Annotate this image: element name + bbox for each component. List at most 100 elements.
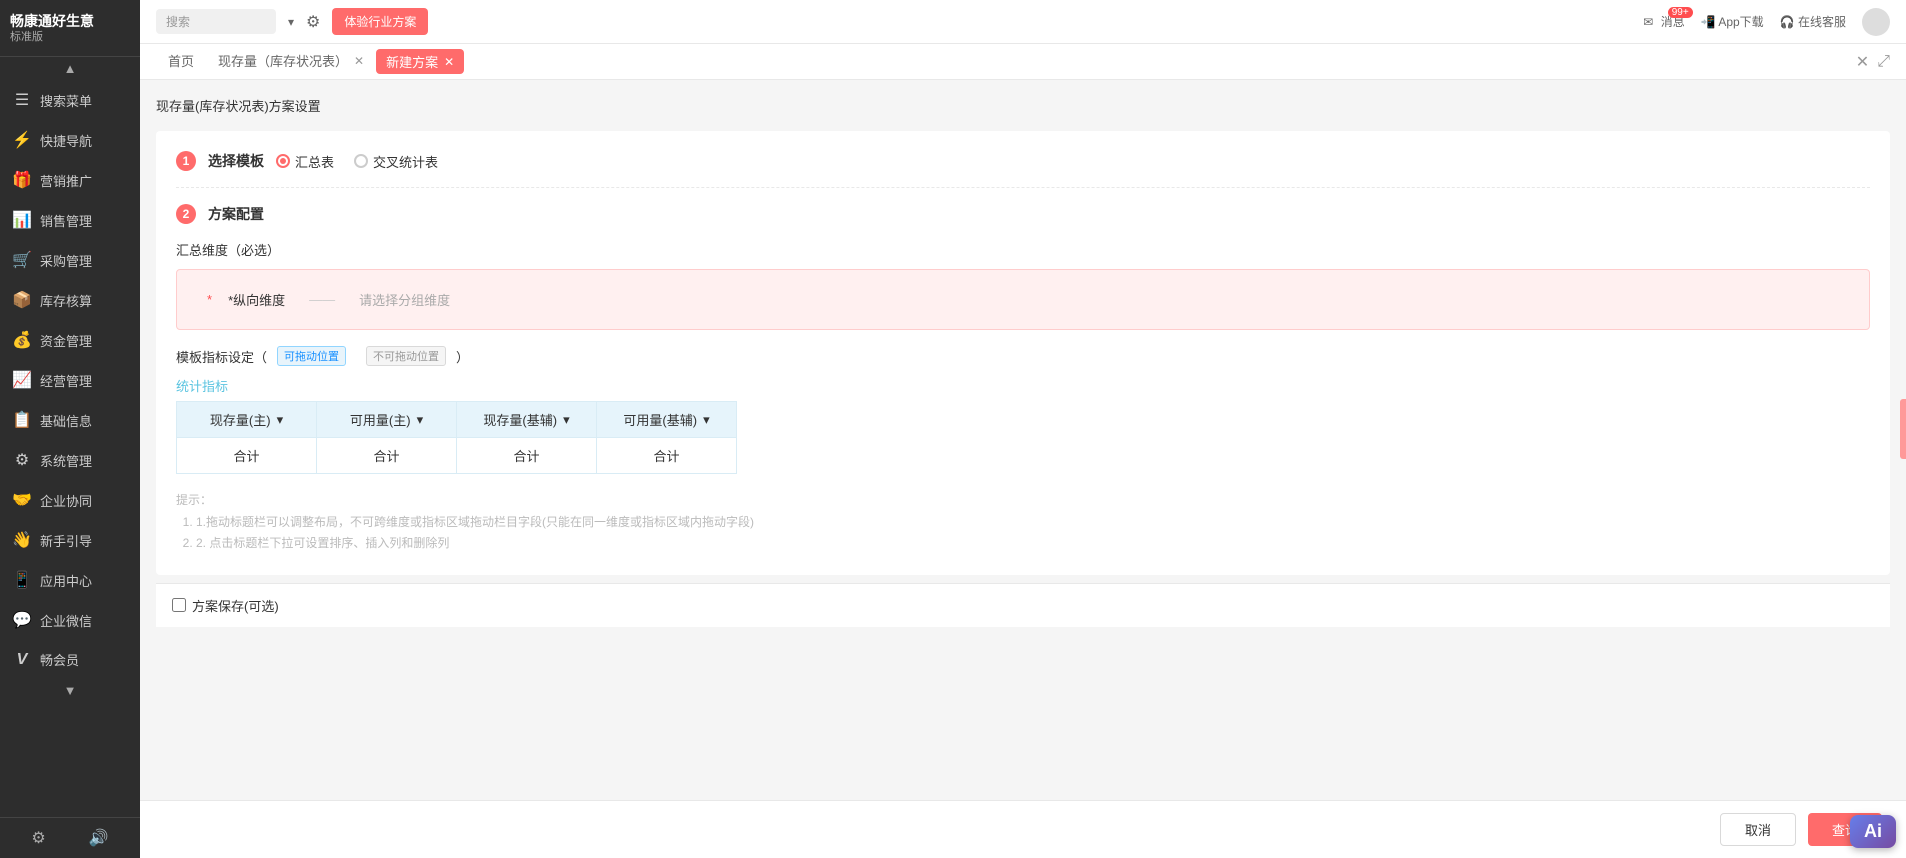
dimension-label: 汇总维度（必选）	[176, 240, 1870, 259]
sidebar-item-quick-nav[interactable]: ⚡ 快捷导航	[0, 120, 140, 160]
expand-tab-icon[interactable]: ⤢	[1877, 53, 1890, 71]
tab-inventory-close[interactable]: ✕	[354, 54, 364, 68]
marketing-icon: 🎁	[12, 170, 32, 190]
sidebar-item-inventory[interactable]: 📦 库存核算	[0, 280, 140, 320]
main-area: 搜索 ▾ ⚙ 体验行业方案 ✉ 99+ 消息 📲 App下载 🎧 在线客服 首页	[140, 0, 1906, 858]
tab-bar: 首页 现存量（库存状况表） ✕ 新建方案 ✕ ✕ ⤢	[140, 44, 1906, 80]
app-download[interactable]: 📲 App下载	[1701, 13, 1764, 30]
sidebar-item-basic-info[interactable]: 📋 基础信息	[0, 400, 140, 440]
sidebar-item-guide[interactable]: 👋 新手引导	[0, 520, 140, 560]
sidebar-item-system[interactable]: ⚙ 系统管理	[0, 440, 140, 480]
section1-num: 1	[176, 151, 196, 171]
guide-icon: 👋	[12, 530, 32, 550]
gear-icon[interactable]: ⚙	[306, 12, 320, 32]
sidebar-item-purchase[interactable]: 🛒 采购管理	[0, 240, 140, 280]
message-badge: 99+	[1668, 7, 1693, 18]
content-area: 现存量(库存状况表)方案设置 1 选择模板 汇总表 交叉统计表	[140, 80, 1906, 800]
volume-icon[interactable]: 🔊	[89, 828, 109, 848]
sidebar-item-membership[interactable]: V 畅会员	[0, 640, 140, 679]
sidebar-item-marketing[interactable]: 🎁 营销推广	[0, 160, 140, 200]
sidebar-item-app-center[interactable]: 📱 应用中心	[0, 560, 140, 600]
settings-icon[interactable]: ⚙	[31, 828, 45, 848]
section2-header: 2 方案配置	[176, 204, 1870, 224]
col-header-2[interactable]: 现存量(基辅) ▾	[457, 402, 597, 438]
trial-industry-button[interactable]: 体验行业方案	[332, 8, 428, 35]
purchase-icon: 🛒	[12, 250, 32, 270]
tips-title: 提示：	[176, 493, 212, 507]
app-logo: 畅康通好生意 标准版	[0, 0, 140, 57]
indicator-label-end: ）	[456, 347, 469, 366]
sidebar-item-finance[interactable]: 💰 资金管理	[0, 320, 140, 360]
operations-icon: 📈	[12, 370, 32, 390]
tab-new-scheme-close[interactable]: ✕	[444, 55, 454, 69]
tab-inventory-status[interactable]: 现存量（库存状况表） ✕	[206, 44, 376, 80]
download-icon: 📲	[1701, 15, 1716, 29]
save-checkbox[interactable]	[172, 598, 186, 612]
sidebar: 畅康通好生意 标准版 ▲ ☰ 搜索菜单 ⚡ 快捷导航 🎁 营销推广 📊 销售管理…	[0, 0, 140, 858]
tip-item-0: 1.拖动标题栏可以调整布局，不可跨维度或指标区域拖动栏目字段(只能在同一维度或指…	[196, 512, 1870, 534]
close-tab-icon[interactable]: ✕	[1856, 52, 1869, 72]
app-version: 标准版	[10, 30, 130, 44]
radio-summary-label: 汇总表	[295, 152, 334, 171]
sidebar-scroll-up[interactable]: ▲	[0, 57, 140, 80]
radio-summary[interactable]: 汇总表	[276, 152, 334, 171]
required-mark: *	[207, 292, 212, 307]
main-card: 1 选择模板 汇总表 交叉统计表 2 方案配置	[156, 131, 1890, 575]
stats-title: 统计指标	[176, 376, 1870, 395]
service-icon: 🎧	[1780, 15, 1795, 29]
sidebar-item-enterprise-wechat[interactable]: 💬 企业微信	[0, 600, 140, 640]
section-divider-1	[176, 187, 1870, 188]
col-0-dropdown[interactable]: ▾	[277, 412, 284, 428]
sidebar-item-operations[interactable]: 📈 经营管理	[0, 360, 140, 400]
tip-item-1: 2. 点击标题栏下拉可设置排序、插入列和删除列	[196, 533, 1870, 555]
tab-home[interactable]: 首页	[156, 44, 206, 80]
topbar: 搜索 ▾ ⚙ 体验行业方案 ✉ 99+ 消息 📲 App下载 🎧 在线客服	[140, 0, 1906, 44]
draggable-badge: 可拖动位置	[277, 346, 346, 366]
dimension-area[interactable]: * *纵向维度 —— 请选择分组维度	[176, 269, 1870, 330]
col-1-dropdown[interactable]: ▾	[417, 412, 424, 428]
sidebar-scroll-down[interactable]: ▼	[0, 679, 140, 702]
tab-new-scheme-label: 新建方案	[386, 52, 438, 71]
tab-inventory-label: 现存量（库存状况表）	[218, 51, 348, 70]
cell-0: 合计	[177, 438, 317, 474]
col-header-3[interactable]: 可用量(基辅) ▾	[597, 402, 737, 438]
sidebar-item-sales[interactable]: 📊 销售管理	[0, 200, 140, 240]
scroll-indicator	[1900, 399, 1906, 459]
cancel-button[interactable]: 取消	[1720, 813, 1796, 846]
service-label: 在线客服	[1798, 15, 1846, 29]
finance-icon: 💰	[12, 330, 32, 350]
sidebar-bottom: ⚙ 🔊	[0, 817, 140, 858]
sidebar-item-search[interactable]: ☰ 搜索菜单	[0, 80, 140, 120]
app-center-icon: 📱	[12, 570, 32, 590]
dimension-placeholder: 请选择分组维度	[359, 290, 450, 309]
tab-new-scheme[interactable]: 新建方案 ✕	[376, 49, 464, 74]
tab-home-label: 首页	[168, 51, 194, 70]
radio-cross-label: 交叉统计表	[373, 152, 438, 171]
col-header-0[interactable]: 现存量(主) ▾	[177, 402, 317, 438]
page-title: 现存量(库存状况表)方案设置	[156, 96, 1890, 115]
col-2-dropdown[interactable]: ▾	[563, 412, 570, 428]
membership-icon: V	[12, 651, 32, 669]
dropdown-icon[interactable]: ▾	[288, 15, 294, 29]
radio-summary-dot	[276, 154, 290, 168]
footer: 取消 查询	[140, 800, 1906, 858]
sales-icon: 📊	[12, 210, 32, 230]
tips-area: 提示： 1.拖动标题栏可以调整布局，不可跨维度或指标区域拖动栏目字段(只能在同一…	[176, 490, 1870, 555]
col-3-dropdown[interactable]: ▾	[703, 412, 710, 428]
dimension-row: * *纵向维度 —— 请选择分组维度	[207, 290, 1839, 309]
dimension-separator: ——	[309, 292, 335, 307]
user-avatar[interactable]	[1862, 8, 1890, 36]
section2-title: 方案配置	[208, 204, 264, 224]
radio-cross[interactable]: 交叉统计表	[354, 152, 438, 171]
radio-cross-dot	[354, 154, 368, 168]
cell-3: 合计	[597, 438, 737, 474]
ai-float-button[interactable]: Ai	[1850, 815, 1896, 848]
tabs-right-controls: ✕ ⤢	[1856, 52, 1890, 72]
online-service[interactable]: 🎧 在线客服	[1780, 13, 1846, 30]
col-3-label: 可用量(基辅)	[623, 410, 697, 429]
sidebar-item-collaboration[interactable]: 🤝 企业协同	[0, 480, 140, 520]
col-header-1[interactable]: 可用量(主) ▾	[317, 402, 457, 438]
message-wrapper[interactable]: ✉ 99+ 消息	[1643, 13, 1684, 30]
system-icon: ⚙	[12, 450, 32, 470]
col-1-label: 可用量(主)	[350, 410, 411, 429]
